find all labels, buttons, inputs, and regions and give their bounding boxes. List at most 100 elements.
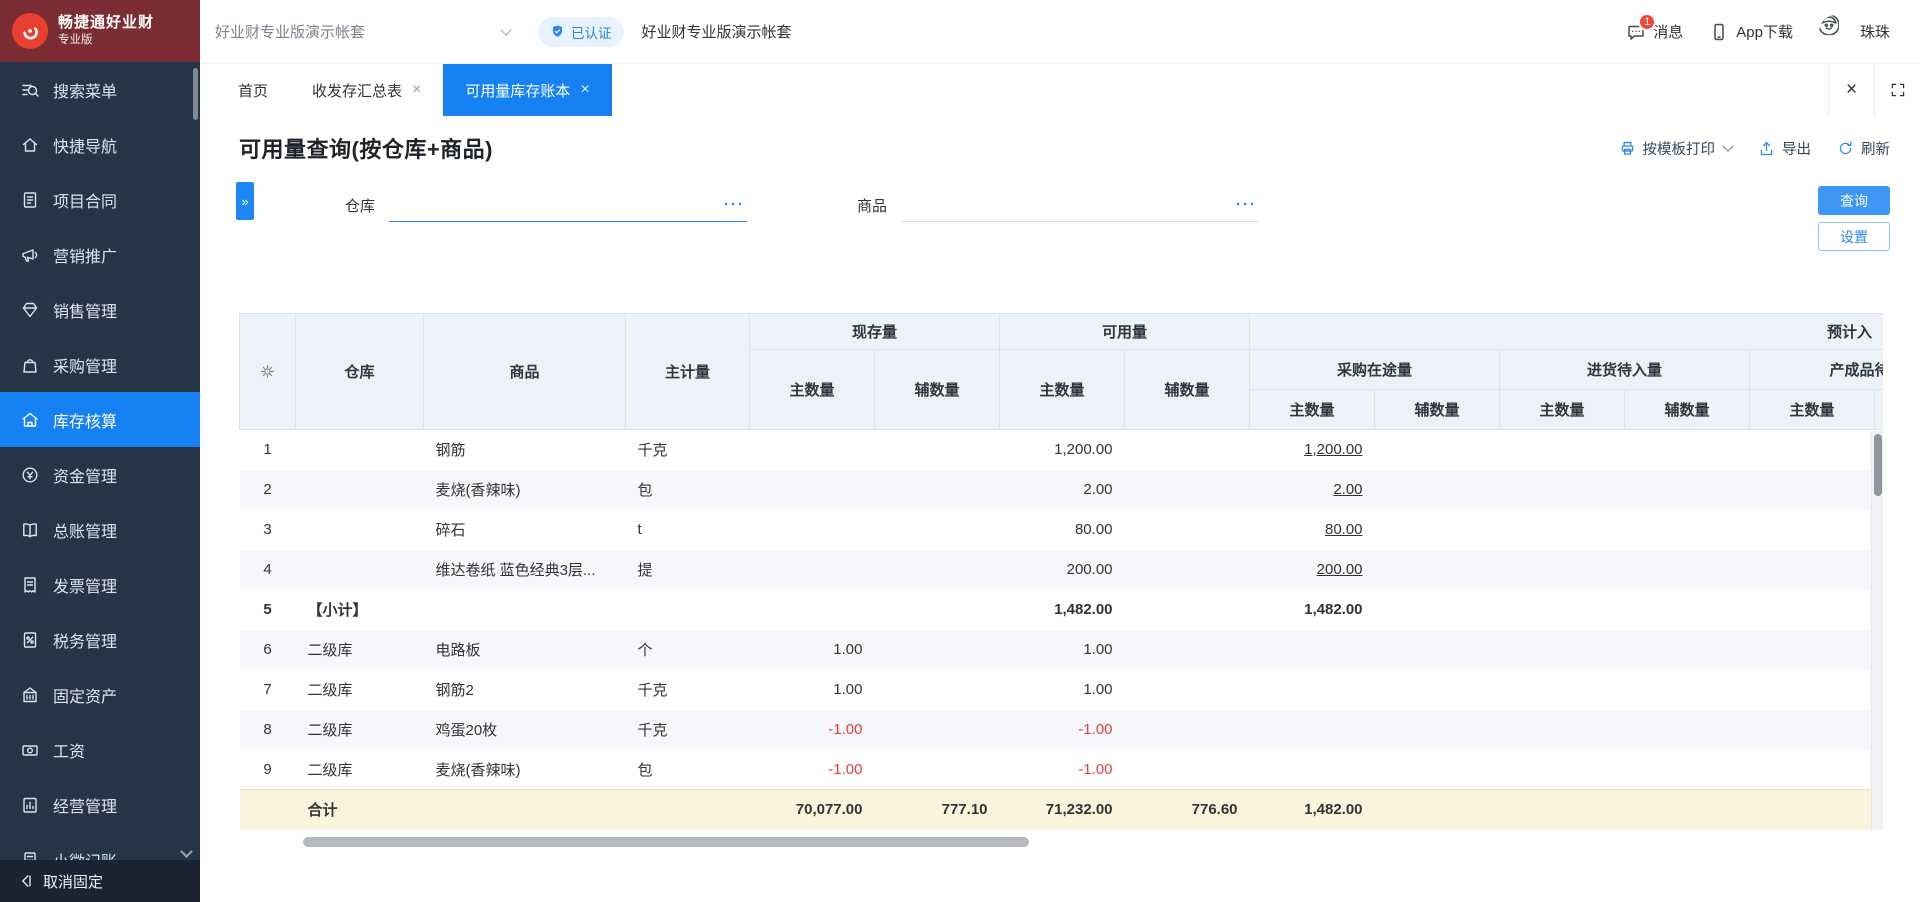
drilldown-link[interactable]: 80.00: [1325, 521, 1363, 538]
table-horizontal-scrollbar[interactable]: [239, 836, 1883, 848]
cell-no: 4: [240, 550, 296, 590]
sidebar-item-label: 小微记账: [53, 848, 117, 861]
cell-recv_main: [1500, 750, 1625, 790]
cell-unit: 包: [626, 470, 750, 510]
messages-button[interactable]: 1 消息: [1626, 21, 1683, 42]
sidebar-scrollbar-thumb[interactable]: [193, 68, 198, 120]
refresh-icon: [1837, 140, 1854, 157]
fullscreen-button[interactable]: [1874, 64, 1920, 116]
sidebar-item-funds[interactable]: 资金管理: [0, 447, 200, 502]
table-row: 8二级库鸡蛋20枚千克-1.00-1.00: [240, 710, 1884, 750]
cell-unit: 提: [626, 550, 750, 590]
cell-purch_aux: [1375, 790, 1500, 830]
sidebar-item-search[interactable]: 搜索菜单: [0, 62, 200, 117]
vertical-scrollbar-thumb[interactable]: [1874, 434, 1882, 496]
settings-button[interactable]: 设置: [1818, 222, 1890, 251]
sidebar-item-assets[interactable]: 固定资产: [0, 667, 200, 722]
sidebar-item-operations[interactable]: 经营管理: [0, 777, 200, 832]
sidebar-item-tax[interactable]: 税务管理: [0, 612, 200, 667]
certified-label: 已认证: [571, 22, 612, 42]
cell-unit: 千克: [626, 430, 750, 470]
sidebar: 畅捷通好业财 专业版 搜索菜单快捷导航项目合同营销推广销售管理采购管理库存核算资…: [0, 0, 200, 902]
cell-exist_aux: 777.10: [875, 790, 1000, 830]
warehouse-picker-dots-icon[interactable]: ···: [718, 196, 747, 217]
cell-fin_main: [1750, 590, 1875, 630]
export-button[interactable]: 导出: [1758, 138, 1811, 159]
sidebar-item-purchase[interactable]: 采购管理: [0, 337, 200, 392]
sidebar-item-contracts[interactable]: 项目合同: [0, 172, 200, 227]
warehouse-input[interactable]: [389, 198, 718, 215]
collapse-icon: [18, 873, 34, 889]
tab-available-qty-ledger[interactable]: 可用量库存账本 ×: [443, 64, 611, 116]
cell-exist_main: [750, 510, 875, 550]
col-header-unit: 主计量: [626, 314, 750, 430]
cell-purch_main: [1250, 750, 1375, 790]
drilldown-link[interactable]: 200.00: [1317, 561, 1363, 578]
cell-recv_main: [1500, 510, 1625, 550]
cell-exist_aux: [875, 550, 1000, 590]
assets-icon: [20, 685, 40, 705]
tab-label: 收发存汇总表: [312, 80, 402, 101]
cell-purch_aux: [1375, 590, 1500, 630]
sidebar-item-ledger[interactable]: 总账管理: [0, 502, 200, 557]
cell-fin_main: [1750, 470, 1875, 510]
sidebar-item-marketing[interactable]: 营销推广: [0, 227, 200, 282]
close-icon: ×: [1846, 79, 1857, 101]
sidebar-item-label: 固定资产: [53, 683, 117, 707]
col-group-expected-in: 预计入: [1250, 314, 1883, 350]
sidebar-item-sales[interactable]: 销售管理: [0, 282, 200, 337]
table-row: 6二级库电路板个1.001.00: [240, 630, 1884, 670]
cell-warehouse: 二级库: [296, 670, 424, 710]
sidebar-item-quick-nav[interactable]: 快捷导航: [0, 117, 200, 172]
cell-no: 1: [240, 430, 296, 470]
messages-count-badge: 1: [1638, 13, 1656, 31]
user-avatar: [1819, 15, 1853, 49]
tab-home[interactable]: 首页: [216, 64, 290, 116]
cell-recv_aux: [1625, 710, 1750, 750]
horizontal-scrollbar-thumb[interactable]: [303, 837, 1029, 847]
app-logo: 畅捷通好业财 专业版: [0, 0, 200, 62]
cell-fin_main: [1750, 790, 1875, 830]
unpin-sidebar-button[interactable]: 取消固定: [0, 860, 200, 902]
close-tab-icon[interactable]: ×: [580, 82, 589, 98]
sidebar-item-inventory[interactable]: 库存核算: [0, 392, 200, 447]
cell-no: 8: [240, 710, 296, 750]
sidebar-item-invoice[interactable]: 发票管理: [0, 557, 200, 612]
cell-exist_main: 1.00: [750, 630, 875, 670]
filter-expand-toggle[interactable]: »: [236, 182, 254, 220]
sidebar-item-salary[interactable]: 工资: [0, 722, 200, 777]
refresh-button[interactable]: 刷新: [1837, 138, 1890, 159]
user-menu[interactable]: 珠珠: [1819, 15, 1890, 49]
cell-avail_main: 1,482.00: [1000, 590, 1125, 630]
app-download-button[interactable]: App下载: [1709, 21, 1793, 42]
cell-no: 2: [240, 470, 296, 510]
query-button[interactable]: 查询: [1818, 186, 1890, 215]
drilldown-link[interactable]: 1,200.00: [1304, 441, 1362, 458]
product-input[interactable]: [901, 198, 1230, 215]
cell-unit: 包: [626, 750, 750, 790]
tab-bar: 首页 收发存汇总表 × 可用量库存账本 × ×: [200, 64, 1920, 116]
purchase-icon: [20, 355, 40, 375]
close-current-tab-button[interactable]: ×: [1828, 64, 1874, 116]
account-set-dropdown[interactable]: 好业财专业版演示帐套: [215, 21, 510, 42]
cell-product: 麦烧(香辣味): [424, 750, 626, 790]
sidebar-item-bookkeeping[interactable]: 小微记账: [0, 832, 200, 860]
table-vertical-scrollbar[interactable]: [1871, 431, 1883, 830]
close-tab-icon[interactable]: ×: [412, 82, 421, 98]
cell-exist_aux: [875, 430, 1000, 470]
available-qty-table: 仓库 商品 主计量 现存量 可用量 预计入 主数量 辅数量 主数量 辅数量: [239, 313, 1883, 830]
cell-purch_aux: [1375, 670, 1500, 710]
print-by-template-button[interactable]: 按模板打印: [1619, 138, 1733, 159]
cell-recv_main: [1500, 790, 1625, 830]
cell-no: 5: [240, 590, 296, 630]
search-menu-icon: [20, 80, 40, 100]
home-icon: [20, 135, 40, 155]
cell-avail_aux: [1125, 630, 1250, 670]
product-picker-dots-icon[interactable]: ···: [1230, 196, 1259, 217]
tab-inout-summary[interactable]: 收发存汇总表 ×: [290, 64, 443, 116]
sidebar-item-label: 发票管理: [53, 573, 117, 597]
drilldown-link[interactable]: 2.00: [1333, 481, 1362, 498]
fullscreen-icon: [1890, 82, 1906, 98]
column-settings-button[interactable]: [240, 314, 296, 430]
product-label: 商品: [857, 192, 887, 222]
